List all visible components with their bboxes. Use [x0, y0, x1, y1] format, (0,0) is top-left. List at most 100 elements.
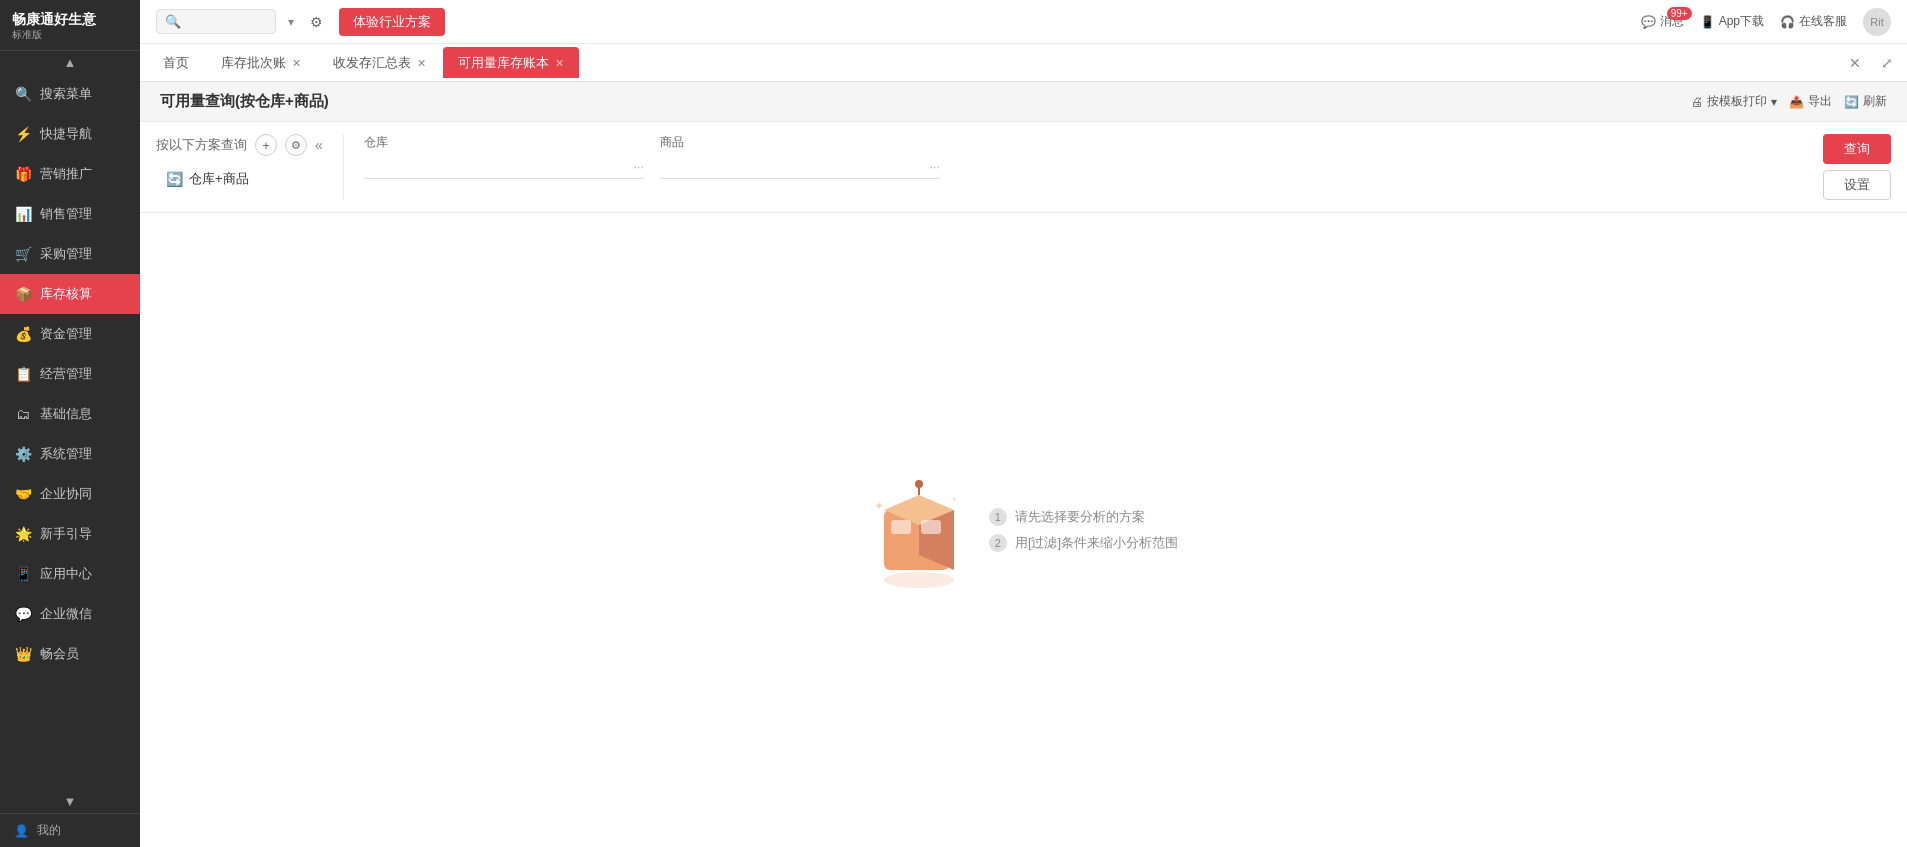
filter-add-button[interactable]: + [255, 134, 277, 156]
topbar-search-container: 🔍 [156, 9, 276, 34]
filter-scheme-settings-button[interactable]: ⚙ [285, 134, 307, 156]
tab-expand-button[interactable]: ⤢ [1875, 53, 1899, 73]
sidebar-icon-operations: 📋 [14, 366, 32, 382]
customer-service-item[interactable]: 🎧 在线客服 [1780, 13, 1847, 30]
tab-close-all-button[interactable]: ✕ [1843, 53, 1867, 73]
sidebar-label-finance: 资金管理 [40, 325, 92, 343]
empty-tips: 1 请先选择要分析的方案 2 用[过滤]条件来缩小分析范围 [989, 508, 1178, 552]
scheme-item-warehouse-product[interactable]: 🔄 仓库+商品 [156, 164, 323, 194]
robot-svg: ✦ ✦ [869, 480, 969, 590]
sidebar-footer[interactable]: 👤 我的 [0, 813, 140, 847]
warehouse-input[interactable] [364, 159, 626, 174]
sidebar-item-purchase[interactable]: 🛒采购管理 [0, 234, 140, 274]
print-action[interactable]: 🖨 按模板打印 ▾ [1691, 93, 1777, 110]
product-input[interactable] [660, 159, 922, 174]
filter-fields: 仓库 ··· 商品 ··· [364, 134, 1811, 179]
tabs-actions: ✕ ⤢ [1843, 53, 1899, 73]
warehouse-more-icon[interactable]: ··· [634, 160, 644, 174]
sidebar-item-basics[interactable]: 🗂基础信息 [0, 394, 140, 434]
sidebar-icon-app: 📱 [14, 566, 32, 582]
svg-rect-4 [891, 520, 911, 534]
tip-text-2: 用[过滤]条件来缩小分析范围 [1015, 534, 1178, 552]
tip-text-1: 请先选择要分析的方案 [1015, 508, 1145, 526]
sidebar-label-wechat: 企业微信 [40, 605, 92, 623]
print-icon: 🖨 [1691, 95, 1703, 109]
trial-button[interactable]: 体验行业方案 [339, 8, 445, 36]
sidebar-item-sales[interactable]: 📊销售管理 [0, 194, 140, 234]
sidebar-scroll: 🔍 搜索菜单 ⚡ 快捷导航 🎁营销推广📊销售管理🛒采购管理📦库存核算💰资金管理 📋 经营管理… [0, 74, 140, 790]
sidebar-label-basics: 基础信息 [40, 405, 92, 423]
sidebar: 畅康通好生意 标准版 ▲ 🔍 搜索菜单 ⚡ 快捷导航 🎁营销推广📊销售管理🛒采购管理📦库… [0, 0, 140, 847]
product-more-icon[interactable]: ··· [930, 160, 940, 174]
app-download-item[interactable]: 📱 App下载 [1700, 13, 1764, 30]
tab-label-summary: 收发存汇总表 [333, 54, 411, 72]
topbar-gear-icon[interactable]: ⚙ [306, 10, 327, 34]
scheme-list: 🔄 仓库+商品 [156, 164, 323, 194]
tab-summary[interactable]: 收发存汇总表 ✕ [318, 47, 441, 78]
tab-close-summary[interactable]: ✕ [417, 57, 426, 70]
topbar-dropdown[interactable]: ▾ [288, 15, 294, 29]
svg-point-7 [915, 480, 923, 488]
sidebar-item-system[interactable]: ⚙️系统管理 [0, 434, 140, 474]
sidebar-icon-sales: 📊 [14, 206, 32, 222]
sidebar-icon-shortcuts: ⚡ [14, 126, 32, 142]
message-icon-item[interactable]: 💬 消息 99+ [1641, 13, 1684, 30]
sidebar-label-app: 应用中心 [40, 565, 92, 583]
sidebar-item-finance[interactable]: 💰资金管理 [0, 314, 140, 354]
sidebar-label-shortcuts: 快捷导航 [40, 125, 92, 143]
tip-item-1: 1 请先选择要分析的方案 [989, 508, 1178, 526]
refresh-action[interactable]: 🔄 刷新 [1844, 93, 1887, 110]
sidebar-scroll-down[interactable]: ▼ [0, 790, 140, 813]
settings-button[interactable]: 设置 [1823, 170, 1891, 200]
sidebar-item-wechat[interactable]: 💬 企业微信 [0, 594, 140, 634]
sidebar-label-operations: 经营管理 [40, 365, 92, 383]
main-area: 🔍 ▾ ⚙ 体验行业方案 💬 消息 99+ 📱 App下载 🎧 在线客服 Rit [140, 0, 1907, 847]
sidebar-icon-newbie: 🌟 [14, 526, 32, 542]
export-icon: 📤 [1789, 95, 1804, 109]
sidebar-label-purchase: 采购管理 [40, 245, 92, 263]
sidebar-item-inventory[interactable]: 📦库存核算 [0, 274, 140, 314]
export-action[interactable]: 📤 导出 [1789, 93, 1832, 110]
message-icon: 💬 [1641, 15, 1656, 29]
print-label: 按模板打印 [1707, 93, 1767, 110]
tab-batch[interactable]: 库存批次账✕ [206, 47, 316, 78]
filter-divider [343, 134, 344, 200]
sidebar-logo: 畅康通好生意 标准版 [0, 0, 140, 51]
filter-collapse-button[interactable]: « [315, 137, 323, 153]
filter-label: 按以下方案查询 [156, 136, 247, 154]
sidebar-icon-search: 🔍 [14, 86, 32, 102]
sidebar-item-operations[interactable]: 📋 经营管理 [0, 354, 140, 394]
svg-point-0 [884, 572, 954, 588]
sidebar-scroll-up[interactable]: ▲ [0, 51, 140, 74]
product-field-label: 商品 [660, 134, 940, 151]
warehouse-field-label: 仓库 [364, 134, 644, 151]
app-name: 畅康通好生意 [12, 10, 128, 28]
empty-illustration: ✦ ✦ [869, 480, 969, 580]
sidebar-item-enterprise[interactable]: 🤝企业协同 [0, 474, 140, 514]
warehouse-field-input-container: ··· [364, 155, 644, 179]
page-title: 可用量查询(按仓库+商品) [160, 92, 329, 111]
page-header: 可用量查询(按仓库+商品) 🖨 按模板打印 ▾ 📤 导出 🔄 刷新 [140, 82, 1907, 122]
sidebar-item-member[interactable]: 👑畅会员 [0, 634, 140, 674]
sidebar-label-search: 搜索菜单 [40, 85, 92, 103]
sidebar-item-search[interactable]: 🔍 搜索菜单 [0, 74, 140, 114]
app-version: 标准版 [12, 28, 128, 42]
query-button[interactable]: 查询 [1823, 134, 1891, 164]
sidebar-item-app[interactable]: 📱 应用中心 [0, 554, 140, 594]
sidebar-item-marketing[interactable]: 🎁营销推广 [0, 154, 140, 194]
sidebar-icon-wechat: 💬 [14, 606, 32, 622]
app-download-icon: 📱 [1700, 15, 1715, 29]
sidebar-item-shortcuts[interactable]: ⚡ 快捷导航 [0, 114, 140, 154]
tab-available[interactable]: 可用量库存账本✕ [443, 47, 579, 78]
sidebar-label-inventory: 库存核算 [40, 285, 92, 303]
tab-close-batch[interactable]: ✕ [292, 57, 301, 70]
topbar: 🔍 ▾ ⚙ 体验行业方案 💬 消息 99+ 📱 App下载 🎧 在线客服 Rit [140, 0, 1907, 44]
tab-home[interactable]: 首页 [148, 47, 204, 78]
user-avatar[interactable]: Rit [1863, 8, 1891, 36]
tab-close-available[interactable]: ✕ [555, 57, 564, 70]
tab-label-home: 首页 [163, 54, 189, 72]
product-field-input-container: ··· [660, 155, 940, 179]
sidebar-item-newbie[interactable]: 🌟新手引导 [0, 514, 140, 554]
search-input[interactable] [185, 15, 265, 29]
product-field: 商品 ··· [660, 134, 940, 179]
